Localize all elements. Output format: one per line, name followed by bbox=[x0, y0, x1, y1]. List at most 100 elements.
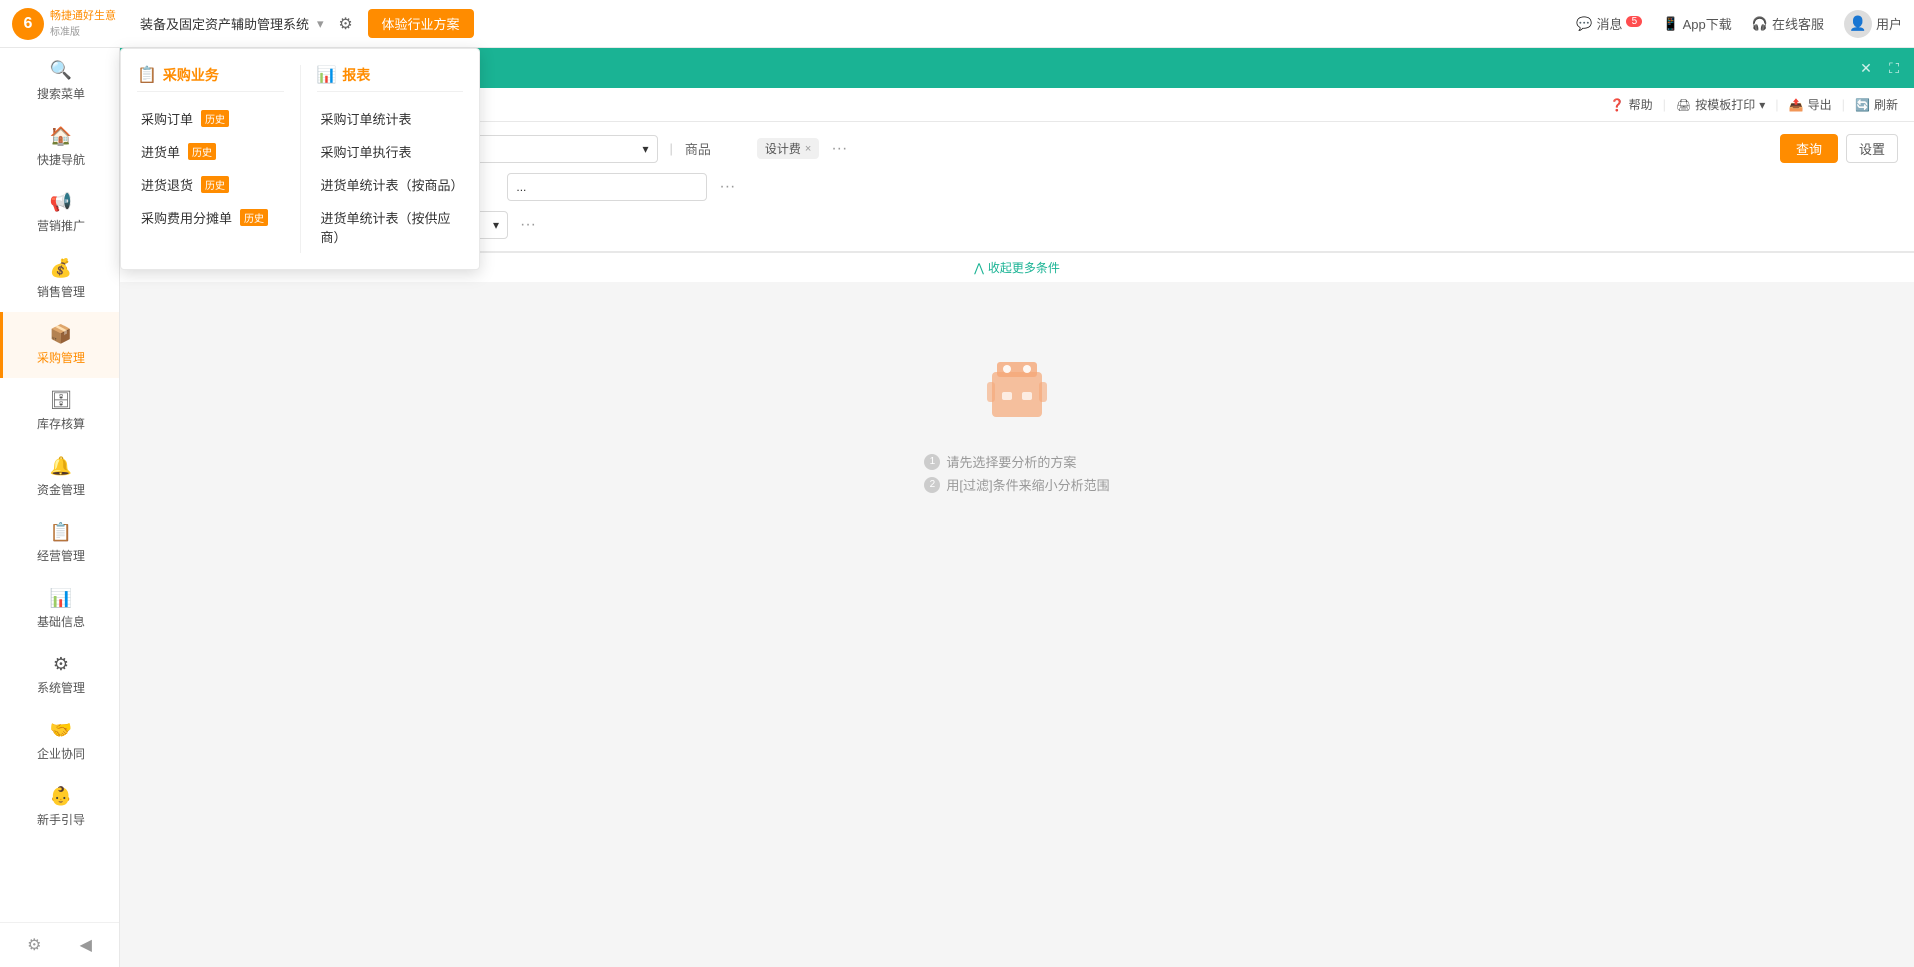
settings-btn[interactable]: 设置 bbox=[1846, 134, 1898, 163]
message-badge: 5 bbox=[1626, 16, 1642, 27]
logo-text: 畅捷通好生意 bbox=[50, 9, 116, 23]
sidebar-item-sales[interactable]: 💰 销售管理 bbox=[0, 246, 119, 312]
header-gear-icon[interactable]: ⚙ bbox=[332, 10, 360, 38]
app-download-label: App下载 bbox=[1683, 14, 1732, 33]
purchase-dropdown-menu: 📋 采购业务 采购订单 历史 进货单 历史 进货退货 历史 bbox=[120, 48, 480, 270]
sidebar-item-newbie[interactable]: 👶 新手引导 bbox=[0, 774, 119, 840]
sidebar-item-basic-info[interactable]: 📊 基础信息 bbox=[0, 576, 119, 642]
sidebar-label-purchase: 采购管理 bbox=[37, 349, 85, 366]
query-btn[interactable]: 查询 bbox=[1780, 134, 1838, 163]
empty-step-2: 2 用[过滤]条件来缩小分析范围 bbox=[924, 475, 1109, 494]
content-area: 首页 销售排行榜 × ✕ ⛶ ❓ 帮助 | 🖨 bbox=[120, 48, 1914, 967]
sidebar-item-operations[interactable]: 📋 经营管理 bbox=[0, 510, 119, 576]
sidebar-item-inventory[interactable]: 🗄 库存核算 bbox=[0, 378, 119, 444]
report-col-icon: 📊 bbox=[317, 65, 337, 85]
sidebar-item-system[interactable]: ⚙ 系统管理 bbox=[0, 642, 119, 708]
sales-icon: 💰 bbox=[50, 258, 72, 279]
message-action[interactable]: 💬 消息 5 bbox=[1576, 14, 1642, 33]
goods-tag: 设计费 × bbox=[757, 138, 819, 159]
empty-steps-list: 1 请先选择要分析的方案 2 用[过滤]条件来缩小分析范围 bbox=[924, 452, 1109, 498]
sidebar-label-operations: 经营管理 bbox=[37, 547, 85, 564]
sep3: | bbox=[1842, 97, 1845, 112]
refresh-label: 刷新 bbox=[1874, 96, 1898, 113]
help-icon: ❓ bbox=[1610, 98, 1625, 112]
goods-tag-remove[interactable]: × bbox=[805, 143, 811, 155]
logo-icon: 6 bbox=[12, 8, 44, 40]
empty-step-1-text: 请先选择要分析的方案 bbox=[946, 452, 1076, 471]
phone-icon: 📱 bbox=[1662, 16, 1678, 32]
sidebar-item-purchase[interactable]: 📦 采购管理 bbox=[0, 312, 119, 378]
dropdown-item-goods-return[interactable]: 进货退货 历史 bbox=[137, 168, 284, 201]
header-right: 💬 消息 5 📱 App下载 🎧 在线客服 👤 用户 bbox=[1576, 10, 1902, 38]
dropdown-item-goods-in[interactable]: 进货单 历史 bbox=[137, 135, 284, 168]
refresh-action[interactable]: 🔄 刷新 bbox=[1855, 96, 1898, 113]
purchase-col-title: 采购业务 bbox=[163, 65, 219, 85]
tab-bar-actions: ✕ ⛶ bbox=[1854, 56, 1914, 80]
sidebar-label-sales: 销售管理 bbox=[37, 283, 85, 300]
sidebar-item-quick-nav[interactable]: 🏠 快捷导航 bbox=[0, 114, 119, 180]
dropdown-cols: 📋 采购业务 采购订单 历史 进货单 历史 进货退货 历史 bbox=[121, 57, 479, 261]
avatar: 👤 bbox=[1844, 10, 1872, 38]
system-title-dropdown-icon[interactable]: ▾ bbox=[317, 16, 324, 32]
top-header: 6 畅捷通好生意 标准版 装备及固定资产辅助管理系统 ▾ ⚙ 体验行业方案 💬 … bbox=[0, 0, 1914, 48]
salesperson-more-btn[interactable]: ··· bbox=[719, 179, 735, 195]
empty-svg bbox=[967, 342, 1067, 442]
sidebar-label-finance: 资金管理 bbox=[37, 481, 85, 498]
goods-tag-value: 设计费 bbox=[765, 140, 801, 157]
logo-sub: 标准版 bbox=[50, 23, 116, 38]
sidebar-settings-btn[interactable]: ⚙ bbox=[23, 931, 45, 959]
goods-return-history: 历史 bbox=[201, 176, 229, 193]
sidebar-item-search[interactable]: 🔍 搜索菜单 bbox=[0, 48, 119, 114]
sidebar-collapse-btn[interactable]: ◀ bbox=[76, 931, 96, 959]
goods-return-label: 进货退货 bbox=[141, 175, 193, 194]
message-label: 消息 bbox=[1596, 14, 1622, 33]
empty-step-2-text: 用[过滤]条件来缩小分析范围 bbox=[946, 475, 1109, 494]
sidebar-label-quick-nav: 快捷导航 bbox=[37, 151, 85, 168]
sidebar-label-marketing: 营销推广 bbox=[37, 217, 85, 234]
goods-in-stat-goods-label: 进货单统计表（按商品） bbox=[321, 175, 460, 194]
collapse-label: 收起更多条件 bbox=[988, 259, 1060, 276]
industry-btn[interactable]: 体验行业方案 bbox=[368, 9, 474, 38]
goods-more-btn[interactable]: ··· bbox=[831, 141, 847, 157]
user-label: 用户 bbox=[1876, 14, 1902, 33]
sidebar-item-finance[interactable]: 🔔 资金管理 bbox=[0, 444, 119, 510]
print-dropdown-icon[interactable]: ▾ bbox=[1759, 98, 1765, 112]
goods-in-history: 历史 bbox=[188, 143, 216, 160]
dropdown-item-purchase-cost[interactable]: 采购费用分摊单 历史 bbox=[137, 201, 284, 234]
export-action[interactable]: 📤 导出 bbox=[1789, 96, 1832, 113]
doc-status-select[interactable]: ... ▾ bbox=[458, 135, 658, 163]
help-label: 帮助 bbox=[1629, 96, 1653, 113]
sidebar-label-basic-info: 基础信息 bbox=[37, 613, 85, 630]
sidebar-item-marketing[interactable]: 📢 营销推广 bbox=[0, 180, 119, 246]
finance-icon: 🔔 bbox=[50, 456, 72, 477]
home-icon: 🏠 bbox=[50, 126, 72, 147]
sidebar-label-system: 系统管理 bbox=[37, 679, 85, 696]
tab-close-btn[interactable]: ✕ bbox=[1854, 56, 1878, 80]
message-icon: 💬 bbox=[1576, 16, 1592, 32]
online-service-label: 在线客服 bbox=[1772, 14, 1824, 33]
print-action[interactable]: 🖨 按模板打印 ▾ bbox=[1676, 96, 1765, 113]
customer-more-btn[interactable]: ··· bbox=[520, 217, 536, 233]
action-btn-group: 查询 设置 bbox=[1780, 134, 1898, 163]
export-icon: 📤 bbox=[1789, 98, 1804, 112]
goods-in-stat-supplier-label: 进货单统计表（按供应商） bbox=[321, 208, 460, 246]
dropdown-item-purchase-order[interactable]: 采购订单 历史 bbox=[137, 102, 284, 135]
dropdown-col-purchase: 📋 采购业务 采购订单 历史 进货单 历史 进货退货 历史 bbox=[121, 65, 301, 253]
sidebar-label-inventory: 库存核算 bbox=[37, 415, 85, 432]
dropdown-item-purchase-order-stat[interactable]: 采购订单统计表 bbox=[317, 102, 464, 135]
salesperson-select[interactable]: ... bbox=[507, 173, 707, 201]
online-service-action[interactable]: 🎧 在线客服 bbox=[1752, 14, 1824, 33]
dropdown-item-purchase-order-exec[interactable]: 采购订单执行表 bbox=[317, 135, 464, 168]
print-icon: 🖨 bbox=[1676, 98, 1691, 112]
user-action[interactable]: 👤 用户 bbox=[1844, 10, 1902, 38]
dropdown-item-goods-in-stat-supplier[interactable]: 进货单统计表（按供应商） bbox=[317, 201, 464, 253]
app-download-action[interactable]: 📱 App下载 bbox=[1662, 14, 1731, 33]
report-col-title: 报表 bbox=[342, 65, 370, 85]
system-title: 装备及固定资产辅助管理系统 bbox=[140, 14, 309, 33]
sidebar-item-cooperation[interactable]: 🤝 企业协同 bbox=[0, 708, 119, 774]
purchase-cost-history: 历史 bbox=[240, 209, 268, 226]
help-action[interactable]: ❓ 帮助 bbox=[1610, 96, 1653, 113]
filter-sep-2: | bbox=[670, 141, 673, 156]
tab-maximize-btn[interactable]: ⛶ bbox=[1882, 56, 1906, 80]
dropdown-item-goods-in-stat-goods[interactable]: 进货单统计表（按商品） bbox=[317, 168, 464, 201]
